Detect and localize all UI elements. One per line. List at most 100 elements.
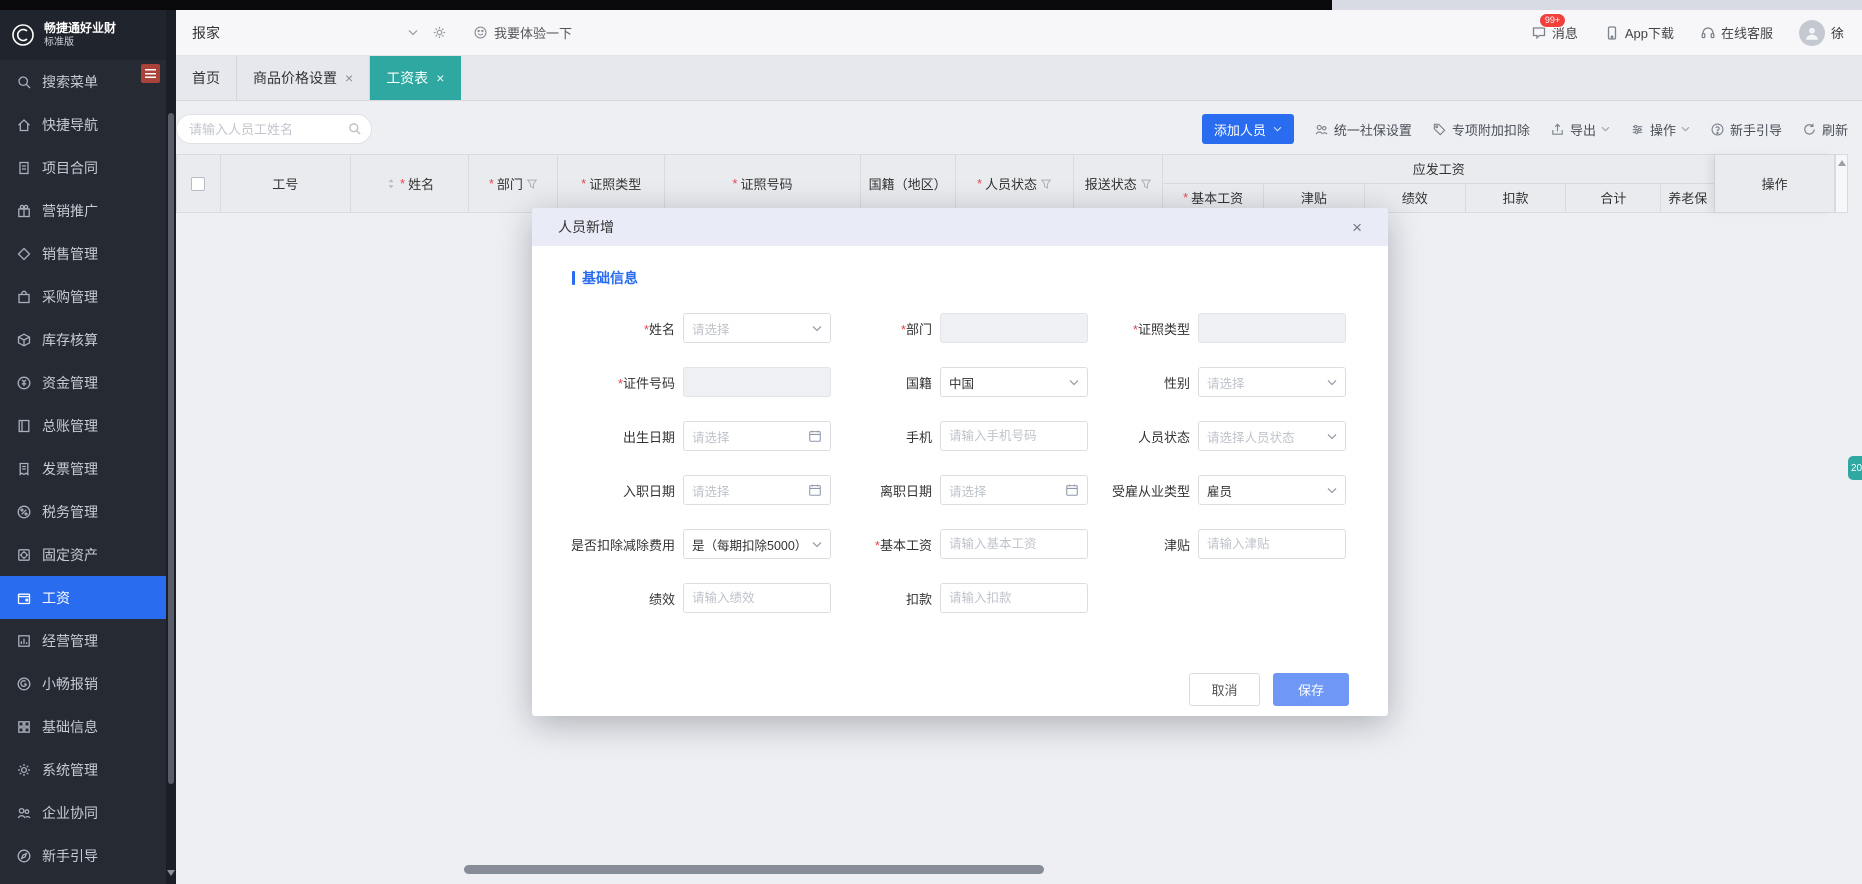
date-placeholder: 请选择 [949,484,987,499]
horizontal-scrollbar-thumb[interactable] [464,865,1044,874]
table-vertical-scrollbar[interactable] [1835,154,1848,213]
sidebar-item-basic-info[interactable]: 基础信息 [0,705,166,748]
toolbar-actions: 添加人员 统一社保设置 专项附加扣除 导出 操作 新手引导 刷新 [1201,114,1848,144]
tab-product-price-settings[interactable]: 商品价格设置 × [237,56,371,100]
add-person-button[interactable]: 添加人员 [1201,114,1294,144]
refresh-button[interactable]: 刷新 [1802,120,1848,139]
filter-icon[interactable] [1140,178,1152,190]
operations-button[interactable]: 操作 [1630,120,1690,139]
select-value: 是（每期扣除5000） [692,538,808,553]
sidebar-item-operation[interactable]: 经营管理 [0,619,166,662]
required-mark: * [581,176,587,191]
close-icon[interactable]: × [345,70,353,86]
sidebar-scrollbar-thumb[interactable] [168,113,174,784]
sidebar-item-fixed-assets[interactable]: 固定资产 [0,533,166,576]
name-select[interactable]: 请选择 [683,313,831,343]
sidebar-item-label: 固定资产 [42,546,98,563]
save-button[interactable]: 保存 [1273,673,1349,706]
mobile-input[interactable] [949,429,1079,443]
col-person-status[interactable]: * 人员状态 [956,155,1075,212]
employment-type-select[interactable]: 雇员 [1198,475,1346,505]
sidebar-item-funds[interactable]: 资金管理 [0,361,166,404]
toolbar: 添加人员 统一社保设置 专项附加扣除 导出 操作 [176,113,1848,145]
user-menu[interactable]: 徐 [1798,19,1844,46]
account-select[interactable]: 报家 [192,23,418,43]
deduction-exemption-select[interactable]: 是（每期扣除5000） [683,529,831,559]
sidebar-item-marketing[interactable]: 营销推广 [0,189,166,232]
col-deduction[interactable]: 扣款 [1466,183,1567,212]
account-settings-gear-icon[interactable] [432,25,447,40]
export-button[interactable]: 导出 [1550,120,1610,139]
deduction-amount-input[interactable] [949,591,1079,605]
select-all-checkbox[interactable] [191,176,206,191]
sort-icon[interactable] [385,177,397,190]
allowance-input[interactable] [1207,537,1337,551]
guide-button[interactable]: 新手引导 [1710,120,1782,139]
col-pension[interactable]: 养老保 [1661,184,1714,212]
online-service-button[interactable]: 在线客服 [1700,23,1773,42]
col-department[interactable]: * 部门 [469,155,559,212]
col-name[interactable]: * 姓名 [351,155,470,212]
tab-home[interactable]: 首页 [176,56,237,100]
birth-date-picker[interactable]: 请选择 [683,421,831,451]
sidebar-scroll-down-icon[interactable] [167,870,175,876]
col-certificate-type[interactable]: * 证照类型 [558,155,666,212]
sidebar-item-reimburse[interactable]: 小畅报销 [0,662,166,705]
sidebar-collapse-button[interactable] [141,64,160,83]
search-icon[interactable] [347,121,362,136]
close-icon[interactable]: × [1352,219,1362,236]
sidebar-item-label: 小畅报销 [42,675,98,692]
sidebar-item-quick-nav[interactable]: 快捷导航 [0,103,166,146]
base-salary-input[interactable] [949,537,1079,551]
sidebar-item-sales[interactable]: 销售管理 [0,232,166,275]
filter-icon[interactable] [526,178,538,190]
sidebar-item-tax[interactable]: 税务管理 [0,490,166,533]
form-row: *证件号码 国籍 中国 性别 请选择 [540,367,1346,397]
col-total[interactable]: 合计 [1566,183,1662,212]
sidebar-scrollbar[interactable] [166,10,176,884]
col-nationality[interactable]: 国籍（地区） [861,155,956,212]
sidebar-item-guide[interactable]: 新手引导 [0,834,166,877]
nationality-select[interactable]: 中国 [940,367,1088,397]
messages-button[interactable]: 消息 99+ [1531,13,1578,42]
hire-date-picker[interactable]: 请选择 [683,475,831,505]
search-input[interactable] [176,114,372,144]
search-box [176,114,372,144]
filter-icon[interactable] [1040,178,1052,190]
sidebar-item-project-contract[interactable]: 项目合同 [0,146,166,189]
sidebar-item-label: 新手引导 [42,847,98,864]
sidebar-item-invoice[interactable]: 发票管理 [0,447,166,490]
phone-icon [1604,25,1620,41]
col-employee-id[interactable]: 工号 [221,155,351,212]
select-all-cell [177,155,221,212]
close-icon[interactable]: × [436,70,444,86]
col-certificate-number[interactable]: * 证照号码 [665,155,861,212]
app-download-button[interactable]: App下载 [1604,23,1674,42]
social-security-settings-button[interactable]: 统一社保设置 [1314,120,1412,139]
tab-salary-sheet[interactable]: 工资表 × [370,56,462,100]
sidebar-item-system[interactable]: 系统管理 [0,748,166,791]
sidebar-item-enterprise-collab[interactable]: 企业协同 [0,791,166,834]
edge-badge[interactable]: 20 [1848,456,1862,480]
chevron-down-icon [812,325,822,332]
avatar [1798,19,1825,46]
sliders-icon [1630,122,1645,137]
col-label: 津贴 [1300,191,1327,207]
col-report-status[interactable]: 报送状态 [1074,155,1164,212]
sidebar-item-inventory[interactable]: 库存核算 [0,318,166,361]
sidebar-item-general-ledger[interactable]: 总账管理 [0,404,166,447]
sidebar-item-label: 发票管理 [42,460,98,477]
sidebar-item-salary[interactable]: 工资 [0,576,166,619]
scroll-up-icon[interactable] [1837,160,1846,166]
person-status-select[interactable]: 请选择人员状态 [1198,421,1346,451]
performance-input[interactable] [692,591,822,605]
experience-label: 我要体验一下 [494,26,573,41]
calendar-icon [808,483,822,497]
gender-select[interactable]: 请选择 [1198,367,1346,397]
leave-date-picker[interactable]: 请选择 [940,475,1088,505]
cancel-button[interactable]: 取消 [1189,673,1260,706]
tool-label: 新手引导 [1729,122,1782,138]
special-deduction-button[interactable]: 专项附加扣除 [1432,120,1530,139]
experience-link[interactable]: 我要体验一下 [473,23,572,42]
sidebar-item-purchase[interactable]: 采购管理 [0,275,166,318]
